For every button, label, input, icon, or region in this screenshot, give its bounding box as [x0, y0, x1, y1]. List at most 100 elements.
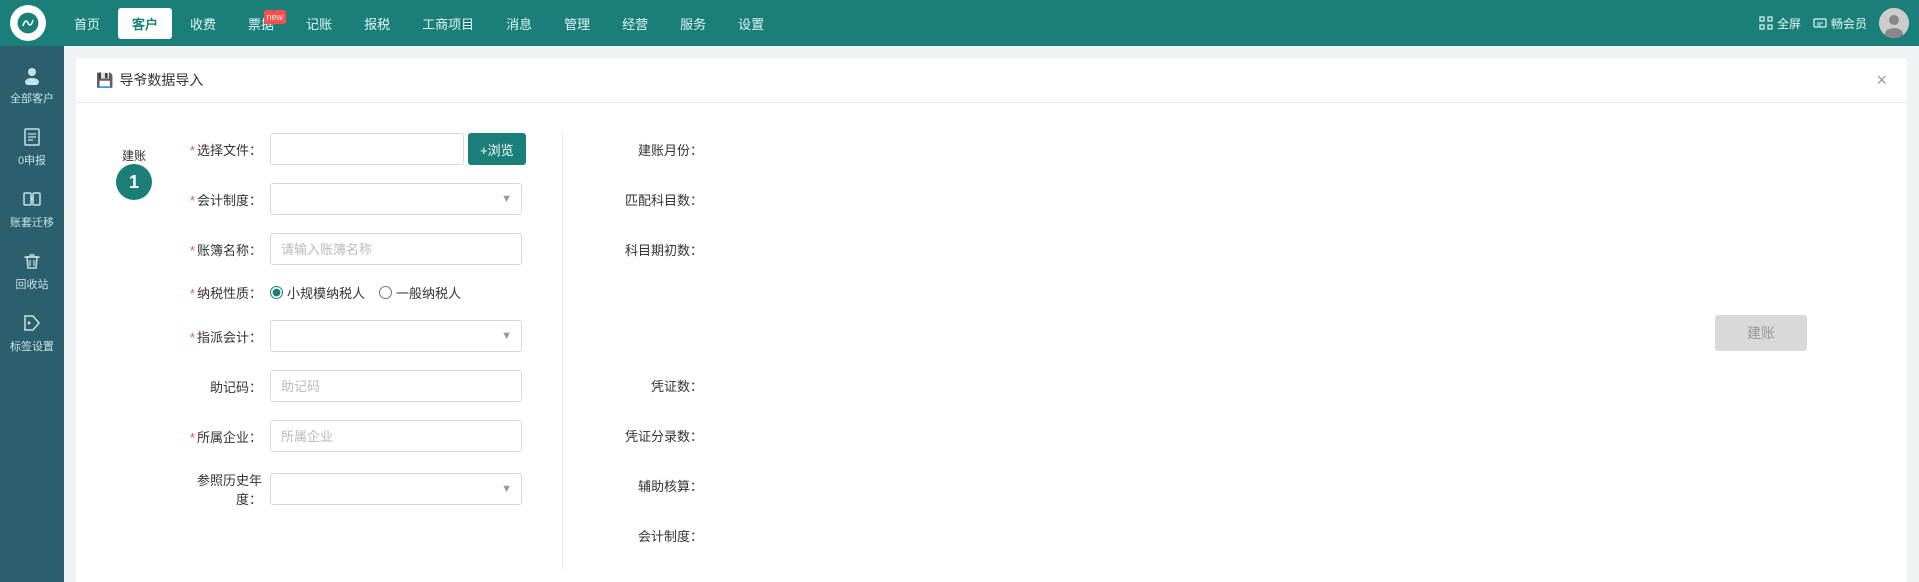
tax-type-radio-group: 小规模纳税人 一般纳税人 [270, 283, 522, 302]
sidebar-item-transfer[interactable]: 账套迁移 [0, 178, 64, 240]
form-row-enterprise: 所属企业： [182, 420, 522, 452]
sidebar-item-trash[interactable]: 回收站 [0, 240, 64, 302]
sidebar-label-tags: 标签设置 [10, 338, 54, 354]
dialog-card: 💾 导爷数据导入 × 建账 1 选择文件： [76, 58, 1907, 582]
browse-button[interactable]: +浏览 [468, 133, 526, 165]
radio-small-scale[interactable]: 小规模纳税人 [270, 283, 365, 302]
right-row-voucher-entries: 凭证分录数： [603, 419, 1867, 451]
right-row-match-subjects: 匹配科目数： [603, 183, 1867, 215]
accountant-select[interactable] [270, 320, 522, 352]
avatar[interactable] [1879, 8, 1909, 38]
dialog-title-text: 导爷数据导入 [119, 70, 203, 90]
dialog-close-btn[interactable]: × [1876, 71, 1887, 89]
file-input[interactable] [270, 133, 464, 165]
form-row-accountant: 指派会计： ▼ [182, 320, 522, 352]
accounting-system-right-label: 会计制度： [603, 526, 703, 545]
file-input-area: +浏览 [270, 133, 526, 165]
memo-label: 助记码： [182, 377, 262, 396]
accounting-system-select-wrapper: ▼ [270, 183, 522, 215]
ledger-name-input[interactable] [270, 233, 522, 265]
nav-item-home[interactable]: 首页 [60, 8, 114, 39]
transfer-icon [21, 188, 43, 210]
nav-item-bookkeeping[interactable]: 记账 [292, 8, 346, 39]
import-icon: 💾 [96, 72, 113, 89]
form-divider [562, 133, 563, 569]
right-row-build-month: 建账月份： [603, 133, 1867, 165]
subjects-initial-value [711, 233, 1867, 265]
enterprise-label: 所属企业： [182, 427, 262, 446]
match-subjects-label: 匹配科目数： [603, 190, 703, 209]
right-row-subjects-initial: 科目期初数： [603, 233, 1867, 265]
form-area: 建账 1 选择文件： +浏览 会计制度： [76, 103, 1907, 582]
form-row-file: 选择文件： +浏览 [182, 133, 522, 165]
tag-icon [21, 312, 43, 334]
dialog-header: 💾 导爷数据导入 × [76, 58, 1907, 103]
radio-general[interactable]: 一般纳税人 [379, 283, 461, 302]
build-month-value [711, 133, 1867, 165]
top-nav: 首页 客户 收费 票据 new 记账 报税 工商项目 消息 管理 经营 服务 设… [0, 0, 1919, 46]
voucher-count-label: 凭证数： [603, 376, 703, 395]
ledger-name-label: 账簿名称： [182, 240, 262, 259]
nav-right: 全屏 畅会员 [1759, 8, 1909, 38]
form-row-memo: 助记码： [182, 370, 522, 402]
build-month-label: 建账月份： [603, 140, 703, 159]
step-circle: 1 [116, 164, 152, 200]
aux-accounting-label: 辅助核算： [603, 476, 703, 495]
nav-item-tax[interactable]: 报税 [350, 8, 404, 39]
right-row-accounting-system-right: 会计制度： [603, 519, 1867, 551]
fullscreen-btn[interactable]: 全屏 [1759, 15, 1801, 32]
memo-input[interactable] [270, 370, 522, 402]
radio-small-scale-input[interactable] [270, 286, 283, 299]
accounting-system-right-value [711, 519, 1867, 551]
voucher-entries-value [711, 419, 1867, 451]
nav-item-invoice[interactable]: 票据 new [234, 8, 288, 39]
radio-general-label: 一般纳税人 [396, 283, 461, 302]
radio-small-scale-label: 小规模纳税人 [287, 283, 365, 302]
nav-item-charge[interactable]: 收费 [176, 8, 230, 39]
report-icon [21, 126, 43, 148]
sidebar-item-zero-report[interactable]: 0申报 [0, 116, 64, 178]
nav-item-customer[interactable]: 客户 [118, 8, 172, 39]
step-area: 建账 1 [116, 133, 152, 569]
right-form: 建账月份： 匹配科目数： 科目期初数： 建账 [603, 133, 1867, 569]
accountant-label: 指派会计： [182, 327, 262, 346]
dialog-title: 💾 导爷数据导入 [96, 70, 203, 90]
history-year-label: 参照历史年度： [182, 470, 262, 508]
fullscreen-label: 全屏 [1777, 15, 1801, 32]
voucher-count-value [711, 369, 1867, 401]
trash-icon [21, 250, 43, 272]
nav-logo[interactable] [10, 5, 46, 41]
file-label: 选择文件： [182, 140, 262, 159]
main-layout: 全部客户 0申报 账套迁移 [0, 46, 1919, 582]
sidebar-item-tags[interactable]: 标签设置 [0, 302, 64, 364]
tax-type-label: 纳税性质： [182, 283, 262, 302]
history-year-select-wrapper: ▼ [270, 473, 522, 505]
history-year-select[interactable] [270, 473, 522, 505]
left-form: 选择文件： +浏览 会计制度： ▼ [182, 133, 522, 569]
enterprise-input[interactable] [270, 420, 522, 452]
nav-item-bizproject[interactable]: 工商项目 [408, 8, 488, 39]
nav-item-operation[interactable]: 经营 [608, 8, 662, 39]
user-icon [21, 64, 43, 86]
nav-item-message[interactable]: 消息 [492, 8, 546, 39]
sidebar-label-customers: 全部客户 [10, 90, 54, 106]
build-account-button[interactable]: 建账 [1715, 315, 1807, 351]
nav-item-manage[interactable]: 管理 [550, 8, 604, 39]
voucher-entries-label: 凭证分录数： [603, 426, 703, 445]
sidebar-item-all-customers[interactable]: 全部客户 [0, 54, 64, 116]
accounting-system-select[interactable] [270, 183, 522, 215]
accounting-system-label: 会计制度： [182, 190, 262, 209]
member-btn[interactable]: 畅会员 [1813, 15, 1867, 32]
nav-item-service[interactable]: 服务 [666, 8, 720, 39]
new-badge: new [264, 10, 287, 24]
right-row-voucher-count: 凭证数： [603, 369, 1867, 401]
nav-item-settings[interactable]: 设置 [724, 8, 778, 39]
step-label: 建账 [122, 147, 146, 164]
form-row-accounting-system: 会计制度： ▼ [182, 183, 522, 215]
form-row-tax-type: 纳税性质： 小规模纳税人 一般纳税人 [182, 283, 522, 302]
match-subjects-value [711, 183, 1867, 215]
sidebar: 全部客户 0申报 账套迁移 [0, 46, 64, 582]
form-row-ledger-name: 账簿名称： [182, 233, 522, 265]
sidebar-label-zero-report: 0申报 [18, 152, 46, 168]
radio-general-input[interactable] [379, 286, 392, 299]
